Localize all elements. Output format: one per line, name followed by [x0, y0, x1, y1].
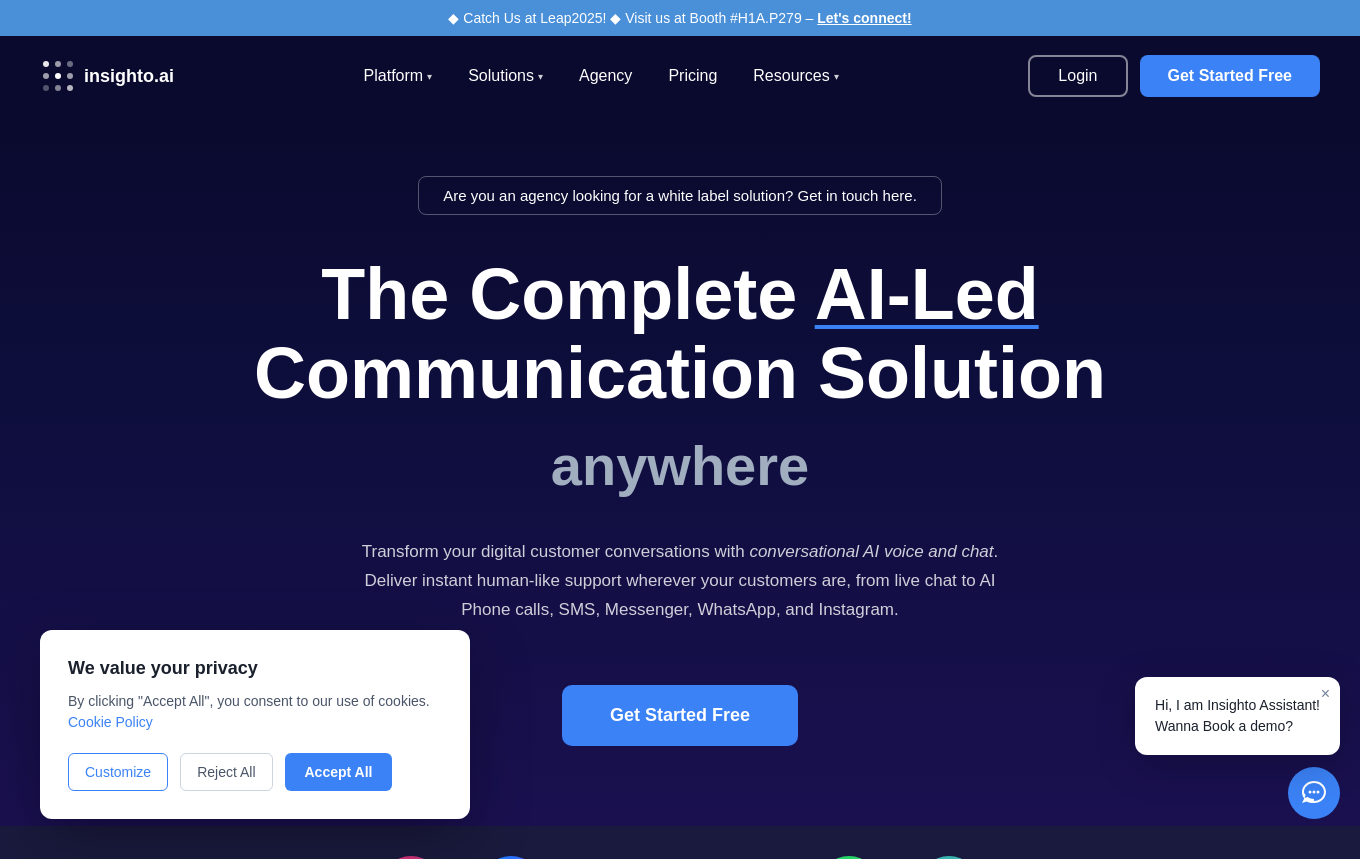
chevron-down-icon: ▾	[538, 71, 543, 82]
cookie-policy-link[interactable]: Cookie Policy	[68, 714, 153, 730]
nav-links: Platform ▾ Solutions ▾ Agency Pricing Re…	[350, 59, 853, 93]
nav-item-resources[interactable]: Resources ▾	[739, 59, 852, 93]
agency-badge: Are you an agency looking for a white la…	[418, 176, 942, 215]
chat-message-line2: Wanna Book a demo?	[1155, 716, 1320, 737]
svg-point-1	[55, 61, 61, 67]
svg-point-9	[1309, 791, 1312, 794]
svg-point-5	[67, 73, 73, 79]
hero-title-part2: Communication Solution	[254, 333, 1106, 413]
svg-point-11	[1317, 791, 1320, 794]
customize-button[interactable]: Customize	[68, 753, 168, 791]
nav-link-pricing[interactable]: Pricing	[654, 59, 731, 93]
accept-all-button[interactable]: Accept All	[285, 753, 393, 791]
nav-item-agency[interactable]: Agency	[565, 59, 646, 93]
cookie-title: We value your privacy	[68, 658, 442, 679]
chat-avatar-button[interactable]	[1288, 767, 1340, 819]
logo-text: insighto.ai	[84, 66, 174, 87]
hero-title-part1: The Complete	[321, 254, 814, 334]
navbar: insighto.ai Platform ▾ Solutions ▾ Agenc…	[0, 36, 1360, 116]
login-button[interactable]: Login	[1028, 55, 1127, 97]
svg-point-2	[67, 61, 73, 67]
svg-point-3	[43, 73, 49, 79]
reject-all-button[interactable]: Reject All	[180, 753, 272, 791]
nav-actions: Login Get Started Free	[1028, 55, 1320, 97]
hero-title-ai-led: AI-Led	[815, 254, 1039, 334]
nav-item-pricing[interactable]: Pricing	[654, 59, 731, 93]
cookie-text: By clicking "Accept All", you consent to…	[68, 691, 442, 733]
logo-icon	[40, 58, 76, 94]
top-banner: ◆ Catch Us at Leap2025! ◆ Visit us at Bo…	[0, 0, 1360, 36]
nav-item-platform[interactable]: Platform ▾	[350, 59, 447, 93]
svg-point-8	[67, 85, 73, 91]
nav-link-solutions[interactable]: Solutions ▾	[454, 59, 557, 93]
nav-link-platform[interactable]: Platform ▾	[350, 59, 447, 93]
svg-point-0	[43, 61, 49, 67]
preview-strip: 📷 💬 📞 🌐	[0, 826, 1360, 859]
nav-item-solutions[interactable]: Solutions ▾	[454, 59, 557, 93]
svg-point-4	[55, 73, 61, 79]
cookie-actions: Customize Reject All Accept All	[68, 753, 442, 791]
hero-description: Transform your digital customer conversa…	[340, 538, 1020, 625]
hero-title: The Complete AI-Led Communication Soluti…	[254, 255, 1106, 413]
chat-message-line1: Hi, I am Insighto Assistant!	[1155, 695, 1320, 716]
svg-point-6	[43, 85, 49, 91]
banner-link[interactable]: Let's connect!	[817, 10, 911, 26]
chevron-down-icon: ▾	[427, 71, 432, 82]
chat-widget: × Hi, I am Insighto Assistant! Wanna Boo…	[1135, 677, 1340, 819]
chevron-down-icon: ▾	[834, 71, 839, 82]
get-started-nav-button[interactable]: Get Started Free	[1140, 55, 1320, 97]
banner-text: ◆ Catch Us at Leap2025! ◆ Visit us at Bo…	[448, 10, 817, 26]
logo[interactable]: insighto.ai	[40, 58, 174, 94]
hero-anywhere: anywhere	[551, 433, 809, 498]
cookie-banner: We value your privacy By clicking "Accep…	[40, 630, 470, 819]
svg-point-7	[55, 85, 61, 91]
nav-link-resources[interactable]: Resources ▾	[739, 59, 852, 93]
chat-close-button[interactable]: ×	[1321, 685, 1330, 703]
chat-bubble: × Hi, I am Insighto Assistant! Wanna Boo…	[1135, 677, 1340, 755]
nav-link-agency[interactable]: Agency	[565, 59, 646, 93]
chat-icon	[1300, 779, 1328, 807]
svg-point-10	[1313, 791, 1316, 794]
get-started-hero-button[interactable]: Get Started Free	[562, 685, 798, 746]
